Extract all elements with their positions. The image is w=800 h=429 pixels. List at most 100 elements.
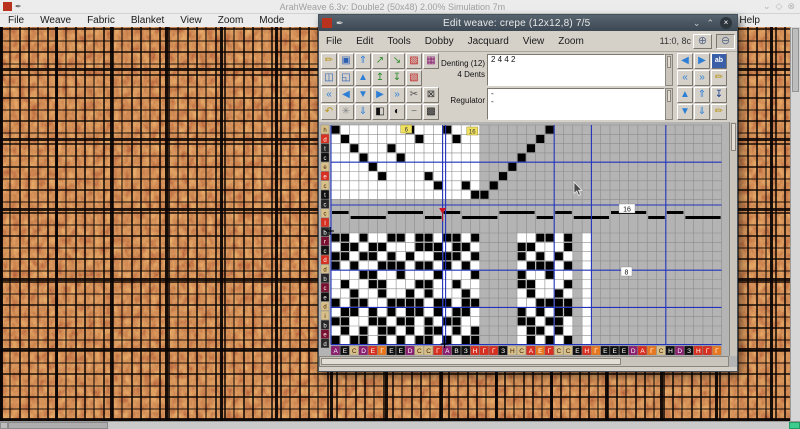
svg-text:E: E bbox=[612, 348, 617, 355]
app-menu-item-file[interactable]: File bbox=[8, 15, 24, 26]
selection-icon[interactable]: ▣ bbox=[338, 53, 354, 69]
insert-warp-icon[interactable]: ↥ bbox=[372, 70, 388, 86]
zoom-out-icon[interactable]: ⊖ bbox=[716, 33, 735, 49]
dialog-shade-icon[interactable]: ⌄ bbox=[693, 18, 701, 29]
weave-cell bbox=[424, 261, 433, 270]
weft-up-icon[interactable]: ▲ bbox=[677, 87, 693, 103]
weft-up-fast-icon[interactable]: ⇑ bbox=[694, 87, 710, 103]
shift-down-fast-icon[interactable]: ⇓ bbox=[355, 104, 371, 120]
weave-cell bbox=[443, 252, 452, 261]
dialog-menu-item-tools[interactable]: Tools bbox=[387, 36, 410, 47]
delete-float-icon[interactable]: ▧ bbox=[406, 70, 422, 86]
warp-right-fast-icon[interactable]: » bbox=[694, 70, 710, 86]
weave-cell bbox=[433, 242, 442, 251]
dither-icon[interactable]: ▩ bbox=[423, 104, 439, 120]
weave-cell bbox=[545, 298, 554, 307]
weave-cell bbox=[415, 242, 424, 251]
dialog-close-icon[interactable]: × bbox=[720, 17, 732, 29]
dialog-menu-item-dobby[interactable]: Dobby bbox=[425, 36, 454, 47]
insert-weft-icon[interactable]: ↧ bbox=[389, 70, 405, 86]
delete-float-icon-glyph: ▧ bbox=[409, 72, 419, 83]
dialog-menu-item-view[interactable]: View bbox=[523, 36, 545, 47]
go-last-icon[interactable]: » bbox=[389, 87, 405, 103]
copy-icon[interactable]: ◫ bbox=[321, 70, 337, 86]
warp-right-icon[interactable]: ▶ bbox=[694, 53, 710, 69]
restore-icon[interactable]: ◇ bbox=[776, 1, 783, 12]
grid-horizontal-scrollbar[interactable] bbox=[319, 356, 729, 367]
app-menu-item-mode[interactable]: Mode bbox=[259, 15, 284, 26]
threading-cell bbox=[350, 144, 359, 153]
svg-text:r: r bbox=[324, 240, 326, 246]
go-first-icon[interactable]: « bbox=[321, 87, 337, 103]
shift-up-fast-icon[interactable]: ⇑ bbox=[355, 53, 371, 69]
zoom-in-icon[interactable]: ⊕ bbox=[693, 33, 712, 49]
dialog-menu-item-file[interactable]: File bbox=[326, 36, 342, 47]
grid-vertical-scrollbar[interactable] bbox=[729, 122, 737, 356]
twill-down-icon[interactable]: ↘ bbox=[389, 53, 405, 69]
minus-icon[interactable]: − bbox=[406, 104, 422, 120]
dialog-menu-item-jacquard[interactable]: Jacquard bbox=[468, 36, 509, 47]
app-vscroll-thumb[interactable] bbox=[792, 28, 799, 92]
rotate-icon[interactable]: ◐ bbox=[389, 104, 405, 120]
weave-cell bbox=[526, 326, 535, 335]
remove-float-icon[interactable]: ▨ bbox=[406, 53, 422, 69]
svg-text:h: h bbox=[323, 128, 326, 134]
close-window-icon[interactable]: ⊗ bbox=[787, 1, 795, 12]
svg-text:D: D bbox=[677, 348, 682, 355]
app-menu-item-fabric[interactable]: Fabric bbox=[87, 15, 115, 26]
app-menu-item-blanket[interactable]: Blanket bbox=[131, 15, 164, 26]
broom-top-icon[interactable]: ✏ bbox=[711, 70, 727, 86]
svg-text:E: E bbox=[622, 348, 627, 355]
weave-cell bbox=[359, 326, 368, 335]
app-horizontal-scrollbar[interactable] bbox=[0, 421, 800, 429]
dialog-maximize-icon[interactable]: ⌃ bbox=[706, 18, 714, 29]
undo-icon[interactable]: ↶ bbox=[321, 104, 337, 120]
hscroll-left-button[interactable] bbox=[0, 422, 8, 429]
app-hscroll-thumb[interactable] bbox=[8, 422, 108, 429]
twill-up-icon[interactable]: ↗ bbox=[372, 53, 388, 69]
dialog-menu-item-zoom[interactable]: Zoom bbox=[558, 36, 584, 47]
weave-cell bbox=[443, 298, 452, 307]
warp-left-fast-icon[interactable]: « bbox=[677, 70, 693, 86]
app-menu-help[interactable]: Help bbox=[739, 15, 760, 26]
app-menu-item-view[interactable]: View bbox=[180, 15, 202, 26]
invert-icon[interactable]: ◧ bbox=[372, 104, 388, 120]
weave-cell bbox=[331, 233, 340, 242]
go-next-icon[interactable]: ▶ bbox=[372, 87, 388, 103]
regulator-input[interactable]: - - bbox=[487, 88, 665, 120]
brush-icon[interactable]: ✏ bbox=[321, 53, 337, 69]
hscroll-corner-button[interactable] bbox=[789, 422, 800, 429]
dialog-titlebar[interactable]: ✒ Edit weave: crepe (12x12,8) 7/5 ⌄ ⌃ × bbox=[319, 15, 737, 31]
weave-cell bbox=[554, 252, 563, 261]
dialog-menu-item-edit[interactable]: Edit bbox=[356, 36, 373, 47]
threading-cell bbox=[517, 153, 526, 162]
broom-bottom-icon[interactable]: ✏ bbox=[711, 104, 727, 120]
denting-input-scrollbar[interactable] bbox=[665, 54, 673, 86]
ab-icon[interactable]: ab bbox=[711, 53, 727, 69]
app-menu-item-weave[interactable]: Weave bbox=[40, 15, 71, 26]
go-down-icon[interactable]: ▼ bbox=[355, 87, 371, 103]
weave-cell bbox=[406, 298, 415, 307]
denting-input[interactable]: 2 4 4 2 bbox=[487, 54, 665, 86]
tools-icon[interactable]: ✳ bbox=[338, 104, 354, 120]
warp-left-icon[interactable]: ◀ bbox=[677, 53, 693, 69]
cut-icon[interactable]: ✂ bbox=[406, 87, 422, 103]
weave-cell bbox=[359, 233, 368, 242]
svg-text:c: c bbox=[324, 286, 327, 292]
app-vertical-scrollbar[interactable] bbox=[790, 27, 800, 421]
svg-text:H: H bbox=[584, 348, 589, 355]
go-prev-icon[interactable]: ◀ bbox=[338, 87, 354, 103]
paste-icon[interactable]: ◱ bbox=[338, 70, 354, 86]
shade-icon[interactable]: ⌄ bbox=[763, 1, 771, 12]
app-menu-item-zoom[interactable]: Zoom bbox=[218, 15, 244, 26]
weft-down-icon[interactable]: ▼ bbox=[677, 104, 693, 120]
weave-cell bbox=[452, 280, 461, 289]
regulator-input-scrollbar[interactable] bbox=[665, 88, 673, 120]
anchor-icon[interactable]: ↧ bbox=[711, 87, 727, 103]
arrow-up-icon[interactable]: ▲ bbox=[355, 70, 371, 86]
weave-grid-canvas[interactable]: hdtceectcclbrcddbcedibedA E C D E Г E E D C C Г A B З H… bbox=[319, 122, 729, 356]
svg-text:c: c bbox=[324, 156, 327, 162]
weft-down-fast-icon[interactable]: ⇓ bbox=[694, 104, 710, 120]
dialog-pin-icon[interactable]: ✒ bbox=[336, 18, 344, 29]
weave-cell bbox=[517, 308, 526, 317]
